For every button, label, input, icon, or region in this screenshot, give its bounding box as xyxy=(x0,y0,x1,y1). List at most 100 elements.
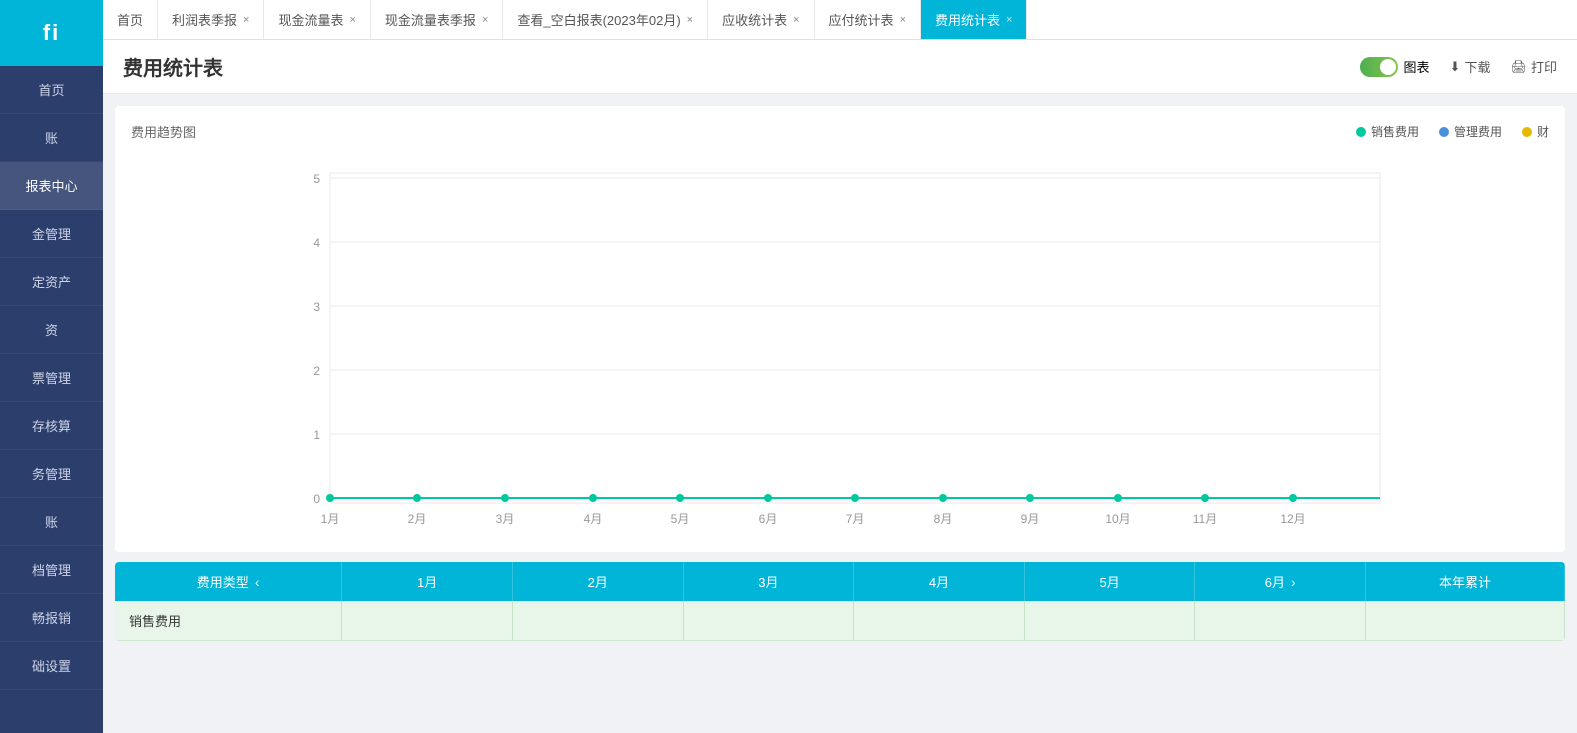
td-ytd-sales xyxy=(1366,601,1565,640)
td-jun-sales xyxy=(1195,601,1366,640)
next-month-button[interactable]: › xyxy=(1291,574,1296,590)
td-jan-sales xyxy=(342,601,513,640)
legend-dot-admin xyxy=(1439,127,1449,137)
close-tab-blank-report[interactable]: × xyxy=(687,14,693,26)
page-content: 费用统计表 图表 ⬇ 下载 🖨 打印 费用趋势图 xyxy=(103,40,1577,733)
sidebar-item-report-center[interactable]: 报表中心 xyxy=(0,162,103,210)
td-type-sales: 销售费用 xyxy=(115,601,342,640)
sales-dot-apr xyxy=(589,494,597,502)
chart-title: 费用趋势图 xyxy=(131,122,196,141)
svg-text:2月: 2月 xyxy=(408,512,427,526)
sidebar-item-home[interactable]: 首页 xyxy=(0,66,103,114)
sales-dot-jun xyxy=(764,494,772,502)
legend-admin: 管理费用 xyxy=(1439,123,1502,140)
download-button[interactable]: ⬇ 下载 xyxy=(1450,57,1491,76)
svg-text:1月: 1月 xyxy=(321,512,340,526)
svg-text:3: 3 xyxy=(313,300,320,314)
table-header-row: 费用类型 ‹ 1月 2月 3月 4月 5月 xyxy=(115,562,1565,601)
print-button[interactable]: 🖨 打印 xyxy=(1510,57,1557,76)
svg-text:4月: 4月 xyxy=(584,512,603,526)
svg-text:4: 4 xyxy=(313,236,320,250)
sales-dot-jan xyxy=(326,494,334,502)
chart-header: 费用趋势图 销售费用 管理费用 财 xyxy=(131,122,1549,141)
svg-text:7月: 7月 xyxy=(846,512,865,526)
chart-legend: 销售费用 管理费用 财 xyxy=(1356,123,1549,140)
svg-text:10月: 10月 xyxy=(1105,512,1130,526)
sales-dot-dec xyxy=(1289,494,1297,502)
sidebar-item-ledger[interactable]: 账 xyxy=(0,114,103,162)
svg-text:2: 2 xyxy=(313,364,320,378)
svg-text:9月: 9月 xyxy=(1021,512,1040,526)
data-table: 费用类型 ‹ 1月 2月 3月 4月 5月 xyxy=(115,562,1565,641)
tabbar: 首页 利润表季报 × 现金流量表 × 现金流量表季报 × 查看_空白报表(202… xyxy=(103,0,1577,40)
td-may-sales xyxy=(1025,601,1196,640)
close-tab-cashflow-quarter[interactable]: × xyxy=(482,14,488,26)
svg-text:5月: 5月 xyxy=(671,512,690,526)
legend-dot-sales xyxy=(1356,127,1366,137)
tab-home[interactable]: 首页 xyxy=(103,0,158,39)
sidebar-item-ar[interactable]: 账 xyxy=(0,498,103,546)
svg-text:6月: 6月 xyxy=(759,512,778,526)
close-tab-expense-stats[interactable]: × xyxy=(1006,14,1012,26)
sidebar-item-settings[interactable]: 础设置 xyxy=(0,642,103,690)
chart-toggle[interactable] xyxy=(1360,57,1398,77)
sales-dot-jul xyxy=(851,494,859,502)
svg-text:1: 1 xyxy=(313,428,320,442)
sales-dot-aug xyxy=(939,494,947,502)
sales-dot-may xyxy=(676,494,684,502)
main-area: 首页 利润表季报 × 现金流量表 × 现金流量表季报 × 查看_空白报表(202… xyxy=(103,0,1577,733)
legend-finance: 财 xyxy=(1522,123,1549,140)
svg-text:3月: 3月 xyxy=(496,512,515,526)
chart-toggle-label: 图表 xyxy=(1404,57,1430,76)
th-jun: 6月 › xyxy=(1195,562,1366,601)
sidebar-item-biz[interactable]: 务管理 xyxy=(0,450,103,498)
sales-dot-nov xyxy=(1201,494,1209,502)
close-tab-cashflow[interactable]: × xyxy=(349,14,355,26)
th-feb: 2月 xyxy=(513,562,684,601)
page-title: 费用统计表 xyxy=(123,52,223,81)
sidebar-item-resource[interactable]: 资 xyxy=(0,306,103,354)
td-feb-sales xyxy=(513,601,684,640)
td-mar-sales xyxy=(684,601,855,640)
close-tab-profit-quarter[interactable]: × xyxy=(243,14,249,26)
svg-text:11月: 11月 xyxy=(1193,512,1217,526)
sales-dot-mar xyxy=(501,494,509,502)
tab-cashflow[interactable]: 现金流量表 × xyxy=(264,0,370,39)
tab-expense-stats[interactable]: 费用统计表 × xyxy=(921,0,1027,39)
svg-text:0: 0 xyxy=(313,492,320,506)
print-icon: 🖨 xyxy=(1510,59,1527,75)
tab-cashflow-quarter[interactable]: 现金流量表季报 × xyxy=(371,0,503,39)
tab-ar-stats[interactable]: 应收统计表 × xyxy=(708,0,814,39)
legend-sales: 销售费用 xyxy=(1356,123,1419,140)
chart-container: 费用趋势图 销售费用 管理费用 财 xyxy=(115,106,1565,552)
svg-text:5: 5 xyxy=(313,172,320,186)
header-actions: 图表 ⬇ 下载 🖨 打印 xyxy=(1360,57,1557,77)
sidebar: fi 首页 账 报表中心 金管理 定资产 资 票管理 存核算 务管理 账 档管理… xyxy=(0,0,103,733)
th-jan: 1月 xyxy=(342,562,513,601)
prev-month-button[interactable]: ‹ xyxy=(255,574,260,590)
sidebar-item-file-mgmt[interactable]: 档管理 xyxy=(0,546,103,594)
sidebar-item-fund[interactable]: 金管理 xyxy=(0,210,103,258)
sidebar-item-invoice[interactable]: 票管理 xyxy=(0,354,103,402)
svg-text:8月: 8月 xyxy=(934,512,953,526)
sales-dot-feb xyxy=(413,494,421,502)
tab-profit-quarter[interactable]: 利润表季报 × xyxy=(158,0,264,39)
close-tab-ap-stats[interactable]: × xyxy=(900,14,906,26)
page-header: 费用统计表 图表 ⬇ 下载 🖨 打印 xyxy=(103,40,1577,94)
download-icon: ⬇ xyxy=(1450,59,1461,75)
svg-text:12月: 12月 xyxy=(1280,512,1305,526)
td-apr-sales xyxy=(854,601,1025,640)
sidebar-item-inventory[interactable]: 存核算 xyxy=(0,402,103,450)
close-tab-ar-stats[interactable]: × xyxy=(793,14,799,26)
th-mar: 3月 xyxy=(684,562,855,601)
th-type: 费用类型 ‹ xyxy=(115,562,342,601)
chart-toggle-container: 图表 xyxy=(1360,57,1430,77)
sales-dot-sep xyxy=(1026,494,1034,502)
tab-ap-stats[interactable]: 应付统计表 × xyxy=(815,0,921,39)
th-ytd: 本年累计 xyxy=(1366,562,1565,601)
sidebar-item-fixed-asset[interactable]: 定资产 xyxy=(0,258,103,306)
tab-blank-report[interactable]: 查看_空白报表(2023年02月) × xyxy=(503,0,708,39)
legend-dot-finance xyxy=(1522,127,1532,137)
sidebar-item-write-off[interactable]: 畅报销 xyxy=(0,594,103,642)
th-apr: 4月 xyxy=(854,562,1025,601)
